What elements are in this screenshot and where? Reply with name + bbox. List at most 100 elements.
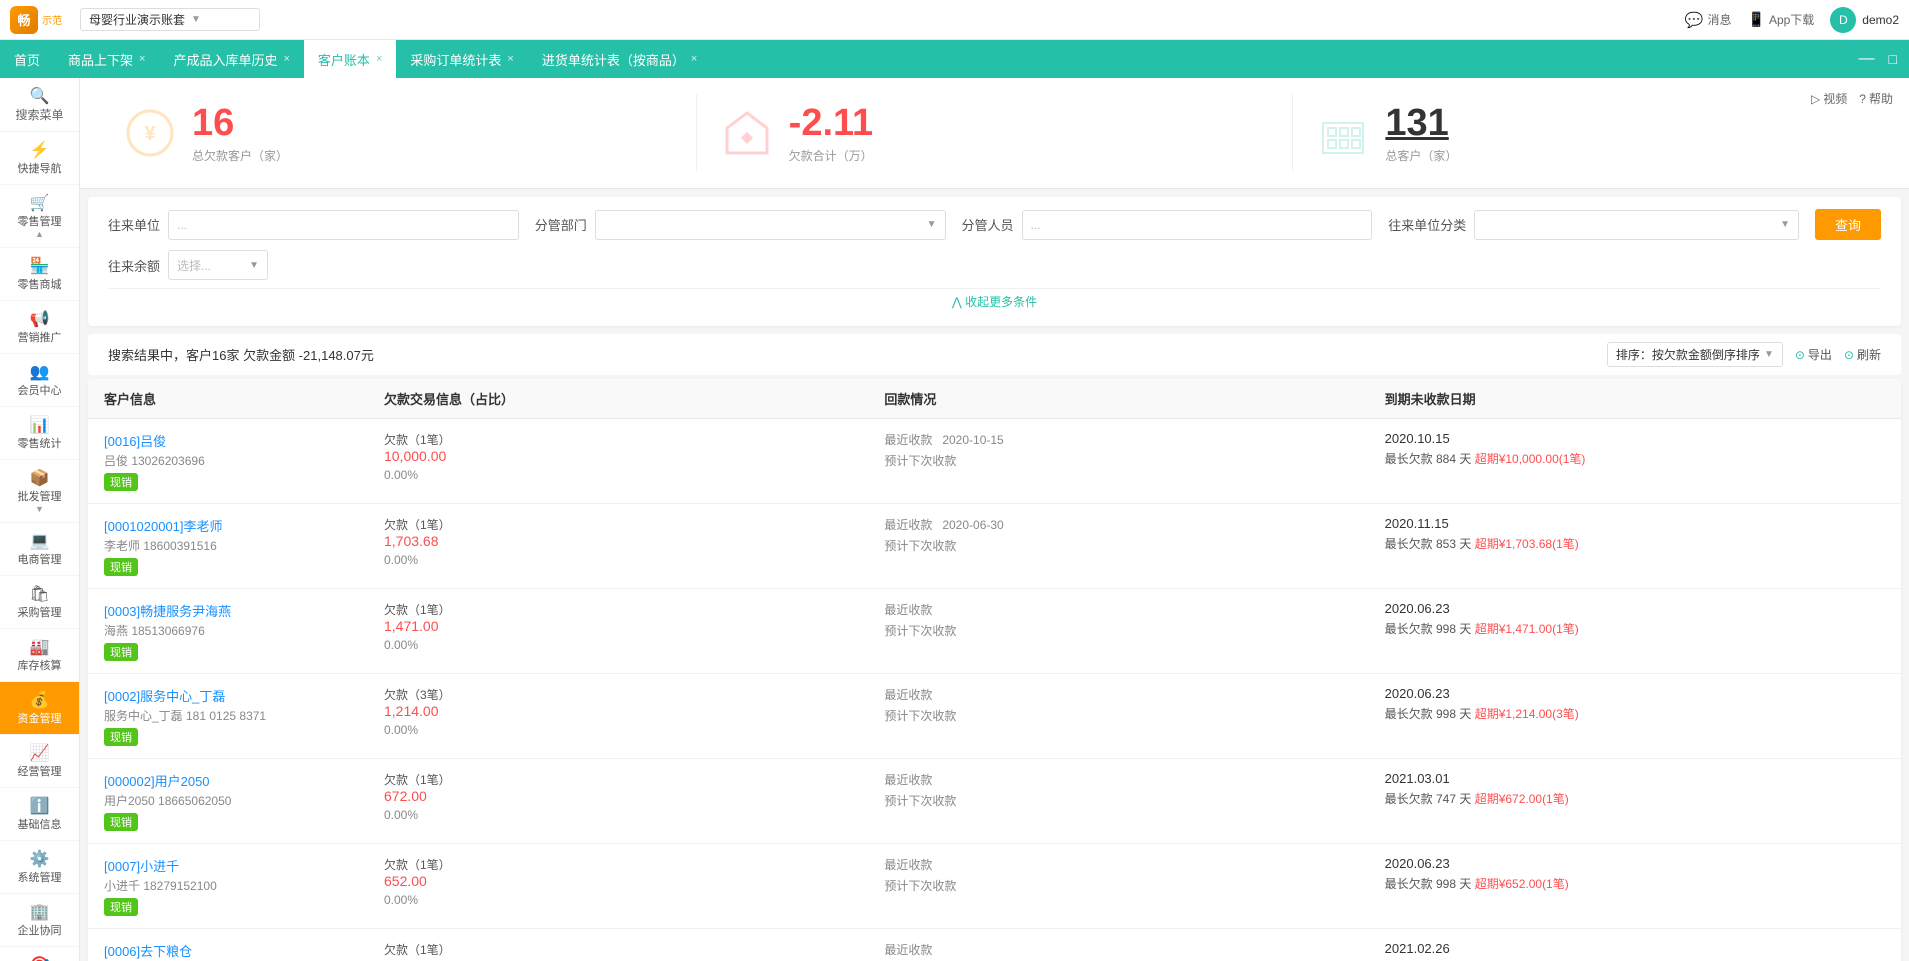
message-label: 消息 — [1707, 11, 1731, 28]
customer-phone: 用户2050 18665062050 — [104, 792, 384, 809]
sidebar-item-retail-stats[interactable]: 📊 零售统计 — [0, 407, 79, 460]
video-btn[interactable]: ▷ 视频 — [1811, 90, 1847, 107]
filter-from-unit: 往来单位 ... — [108, 210, 519, 240]
sidebar-item-enterprise[interactable]: 🏢 企业协同 — [0, 894, 79, 947]
sidebar-item-members[interactable]: 👥 会员中心 — [0, 354, 79, 407]
sidebar-item-marketing[interactable]: 📢 营销推广 — [0, 301, 79, 354]
manager-placeholder: ... — [1031, 218, 1041, 232]
overdue-link[interactable]: 超期¥652.00(1笔) — [1475, 877, 1569, 891]
sidebar-item-system[interactable]: ⚙️ 系统管理 — [0, 841, 79, 894]
from-unit-label: 往来单位 — [108, 215, 160, 234]
tab-inbound-stats[interactable]: 进货单统计表（按商品） × — [528, 40, 711, 78]
maximize-btn[interactable]: □ — [1885, 49, 1901, 69]
sidebar-item-retail-mgmt[interactable]: 🛒 零售管理 ▲ — [0, 185, 79, 248]
enterprise-icon: 🏢 — [4, 902, 75, 922]
export-btn[interactable]: ⊙ 导出 — [1795, 346, 1832, 363]
overdue-link[interactable]: 超期¥1,471.00(1笔) — [1475, 622, 1579, 636]
total-customers-number: 131 — [1385, 102, 1457, 145]
sidebar-item-quick-nav[interactable]: ⚡ 快捷导航 — [0, 132, 79, 185]
close-icon[interactable]: × — [691, 53, 697, 65]
refresh-btn[interactable]: ⊙ 刷新 — [1844, 346, 1881, 363]
sidebar-item-inventory[interactable]: 🏭 库存核算 — [0, 629, 79, 682]
stat-debt-info: 16 总欠款客户（家） — [192, 102, 288, 164]
customer-name-link[interactable]: [0006]去下粮仓 — [104, 941, 384, 960]
company-selector[interactable]: 母婴行业演示账套 ▼ — [80, 8, 260, 31]
customer-name-link[interactable]: [0002]服务中心_丁磊 — [104, 686, 384, 705]
tab-customer-account[interactable]: 客户账本 × — [304, 40, 396, 78]
due-date: 2021.02.26 — [1385, 941, 1885, 956]
inventory-icon: 🏭 — [4, 637, 75, 657]
customer-name-link[interactable]: [0001020001]李老师 — [104, 516, 384, 535]
tab-products-off[interactable]: 商品上下架 × — [54, 40, 159, 78]
sidebar-item-newbie[interactable]: 🎯 新手引导 — [0, 947, 79, 961]
unit-type-input[interactable]: ▼ — [1474, 210, 1799, 240]
sort-selector[interactable]: 排序：按欠款金额倒序排序 ▼ — [1607, 342, 1783, 367]
balance-select[interactable]: 选择... ▼ — [168, 250, 268, 280]
recovery-cell: 最近收款 预计下次收款 — [884, 856, 1384, 894]
close-icon[interactable]: × — [139, 53, 145, 65]
collapse-bar[interactable]: ⋀ 收起更多条件 — [108, 288, 1881, 314]
tab-produce-history[interactable]: 产成品入库单历史 × — [159, 40, 303, 78]
unit-type-arrow-icon: ▼ — [1780, 219, 1790, 230]
tab-bar: 首页 商品上下架 × 产成品入库单历史 × 客户账本 × 采购订单统计表 × 进… — [0, 40, 1909, 78]
filter-row-1: 往来单位 ... 分管部门 ▼ 分管人员 ... — [108, 209, 1881, 240]
dept-arrow-icon: ▼ — [927, 219, 937, 230]
sidebar-item-finance[interactable]: 💰 资金管理 — [0, 682, 79, 735]
overdue-link[interactable]: 超期¥1,703.68(1笔) — [1475, 537, 1579, 551]
customer-name-link[interactable]: [0016]吕俊 — [104, 431, 384, 450]
message-btn[interactable]: 💬 消息 — [1685, 11, 1732, 29]
stat-total-info: 131 总客户（家） — [1385, 102, 1457, 164]
customer-cell: [0001020001]李老师 李老师 18600391516 现销 — [104, 516, 384, 576]
sidebar-label: 零售管理 — [18, 213, 62, 229]
close-icon[interactable]: × — [283, 53, 289, 65]
last-payment: 最近收款 2020-10-15 — [884, 431, 1384, 448]
help-btn[interactable]: ? 帮助 — [1859, 90, 1893, 107]
sidebar-item-purchase[interactable]: 🛍 采购管理 — [0, 576, 79, 629]
overdue-info: 最长欠款 998 天 超期¥1,214.00(3笔) — [1385, 705, 1885, 722]
app-label: App下载 — [1769, 11, 1814, 28]
dept-input[interactable]: ▼ — [595, 210, 946, 240]
query-button[interactable]: 查询 — [1815, 209, 1881, 240]
customer-name-link[interactable]: [000002]用户2050 — [104, 771, 384, 790]
app-download-btn[interactable]: 📱 App下载 — [1748, 11, 1815, 28]
debt-customers-label: 总欠款客户（家） — [192, 147, 288, 164]
customer-cell: [0002]服务中心_丁磊 服务中心_丁磊 181 0125 8371 现销 — [104, 686, 384, 746]
sidebar-item-retail-store[interactable]: 🏪 零售商城 — [0, 248, 79, 301]
debt-percent: 0.00% — [384, 553, 884, 567]
sidebar-item-basic-info[interactable]: ℹ️ 基础信息 — [0, 788, 79, 841]
close-icon[interactable]: × — [376, 53, 382, 65]
debt-percent: 0.00% — [384, 638, 884, 652]
overdue-link[interactable]: 超期¥1,214.00(3笔) — [1475, 707, 1579, 721]
debt-cell: 欠款（1笔） 672.00 0.00% — [384, 771, 884, 822]
sidebar-item-operations[interactable]: 📈 经营管理 — [0, 735, 79, 788]
total-customers-label: 总客户（家） — [1385, 147, 1457, 164]
tab-home[interactable]: 首页 — [0, 40, 54, 78]
header-recovery: 回款情况 — [884, 389, 1384, 408]
tab-bar-controls: — □ — [1855, 40, 1909, 78]
debt-count: 欠款（1笔） — [384, 601, 884, 618]
svg-text:◆: ◆ — [741, 129, 754, 146]
debt-count: 欠款（3笔） — [384, 686, 884, 703]
quick-nav-label: 快捷导航 — [4, 160, 75, 176]
tab-purchase-order[interactable]: 采购订单统计表 × — [396, 40, 527, 78]
user-avatar[interactable]: D demo2 — [1830, 7, 1899, 33]
sidebar-search[interactable]: 🔍 搜索菜单 — [0, 78, 79, 132]
balance-placeholder: 选择... — [177, 257, 211, 274]
header-customer: 客户信息 — [104, 389, 384, 408]
customer-name-link[interactable]: [0003]畅捷服务尹海燕 — [104, 601, 384, 620]
from-unit-input[interactable]: ... — [168, 210, 519, 240]
customer-cell: [0007]小进千 小进千 18279152100 现销 — [104, 856, 384, 916]
close-icon[interactable]: × — [507, 53, 513, 65]
overdue-info: 最长欠款 998 天 超期¥652.00(1笔) — [1385, 875, 1885, 892]
sidebar-item-batch-mgmt[interactable]: 📦 批发管理 ▼ — [0, 460, 79, 523]
sidebar-item-ecommerce[interactable]: 💻 电商管理 — [0, 523, 79, 576]
overdue-link[interactable]: 超期¥10,000.00(1笔) — [1475, 452, 1586, 466]
manager-input[interactable]: ... — [1022, 210, 1373, 240]
filter-dept: 分管部门 ▼ — [535, 210, 946, 240]
customer-phone: 吕俊 13026203696 — [104, 452, 384, 469]
minimize-btn[interactable]: — — [1855, 48, 1879, 70]
debt-amount: 1,214.00 — [384, 703, 884, 719]
overdue-link[interactable]: 超期¥672.00(1笔) — [1475, 792, 1569, 806]
customer-name-link[interactable]: [0007]小进千 — [104, 856, 384, 875]
customer-phone: 海燕 18513066976 — [104, 622, 384, 639]
